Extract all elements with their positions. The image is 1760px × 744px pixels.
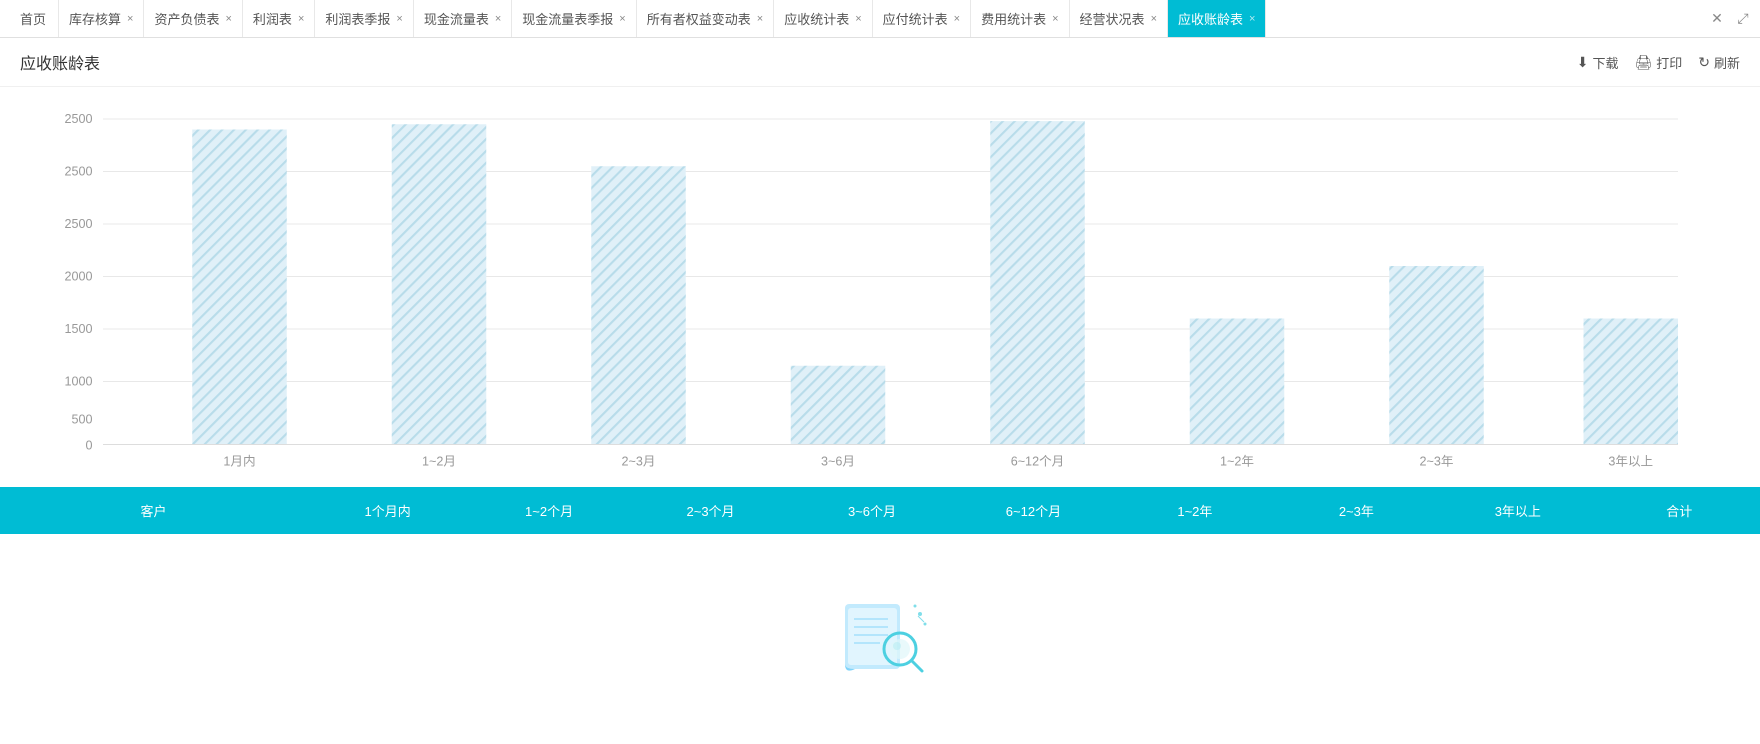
svg-text:1月内: 1月内 bbox=[223, 455, 255, 468]
download-button[interactable]: ⬇ 下载 bbox=[1577, 53, 1619, 72]
svg-text:2500: 2500 bbox=[64, 217, 92, 231]
tab-close-equity[interactable]: × bbox=[757, 13, 763, 25]
bar-8 bbox=[1584, 319, 1679, 445]
svg-text:2500: 2500 bbox=[64, 165, 92, 179]
refresh-button[interactable]: ↻ 刷新 bbox=[1698, 53, 1740, 72]
tab-close-cashflow[interactable]: × bbox=[495, 13, 501, 25]
th-2-3year: 2~3年 bbox=[1276, 487, 1437, 534]
tab-ap-stat[interactable]: 应付统计表 × bbox=[873, 0, 971, 38]
svg-text:2~3月: 2~3月 bbox=[622, 455, 656, 468]
tab-operations[interactable]: 经营状况表 × bbox=[1070, 0, 1168, 38]
bar-6 bbox=[1190, 319, 1285, 445]
print-button[interactable]: 🖨 打印 bbox=[1634, 53, 1682, 72]
svg-text:3~6月: 3~6月 bbox=[821, 455, 855, 468]
bar-chart: 2500 2500 2500 2000 1500 1000 500 0 bbox=[40, 107, 1720, 467]
tab-close-cashflow-quarterly[interactable]: × bbox=[619, 13, 625, 25]
tab-home-label: 首页 bbox=[20, 9, 46, 28]
refresh-icon: ↻ bbox=[1698, 54, 1710, 71]
table-header: 客户 1个月内 1~2个月 2~3个月 3~6个月 6~12个月 1~2年 2~… bbox=[0, 487, 1760, 534]
th-6-12month: 6~12个月 bbox=[953, 487, 1114, 534]
tab-close-ap-stat[interactable]: × bbox=[954, 13, 960, 25]
bar-3 bbox=[591, 166, 686, 444]
svg-text:1500: 1500 bbox=[64, 322, 92, 336]
download-icon: ⬇ bbox=[1577, 54, 1589, 71]
tab-close-ar-stat[interactable]: × bbox=[855, 13, 861, 25]
tab-ar-aging[interactable]: 应收账龄表 × bbox=[1168, 0, 1266, 38]
tab-bar: 首页 库存核算 × 资产负债表 × 利润表 × 利润表季报 × 现金流量表 × … bbox=[0, 0, 1760, 38]
tab-close-profit[interactable]: × bbox=[298, 13, 304, 25]
tab-close-profit-quarterly[interactable]: × bbox=[396, 13, 402, 25]
svg-text:1~2年: 1~2年 bbox=[1220, 455, 1254, 468]
th-1-2year: 1~2年 bbox=[1114, 487, 1275, 534]
main-content: 2500 2500 2500 2000 1500 1000 500 0 bbox=[0, 87, 1760, 744]
tab-equity[interactable]: 所有者权益变动表 × bbox=[637, 0, 774, 38]
bar-7 bbox=[1389, 266, 1484, 445]
tab-expense-stat[interactable]: 费用统计表 × bbox=[971, 0, 1069, 38]
th-customer: 客户 bbox=[0, 487, 307, 534]
close-window-button[interactable]: ✕ bbox=[1708, 10, 1726, 28]
maximize-window-button[interactable]: ⤢ bbox=[1734, 10, 1752, 28]
th-1month: 1个月内 bbox=[307, 487, 468, 534]
bar-4 bbox=[791, 366, 886, 445]
th-3-6month: 3~6个月 bbox=[791, 487, 952, 534]
window-controls: ✕ ⤢ bbox=[1700, 10, 1752, 28]
th-1-2month: 1~2个月 bbox=[468, 487, 629, 534]
page-title: 应收账龄表 bbox=[20, 50, 100, 74]
tab-balance[interactable]: 资产负债表 × bbox=[144, 0, 242, 38]
tab-close-expense-stat[interactable]: × bbox=[1052, 13, 1058, 25]
tab-profit-quarterly[interactable]: 利润表季报 × bbox=[315, 0, 413, 38]
tab-cashflow-quarterly[interactable]: 现金流量表季报 × bbox=[512, 0, 636, 38]
empty-state bbox=[0, 534, 1760, 744]
tab-ar-stat[interactable]: 应收统计表 × bbox=[774, 0, 872, 38]
svg-text:0: 0 bbox=[85, 439, 92, 453]
tab-profit[interactable]: 利润表 × bbox=[243, 0, 315, 38]
empty-illustration bbox=[830, 594, 930, 684]
th-3plus-year: 3年以上 bbox=[1437, 487, 1598, 534]
svg-text:2~3年: 2~3年 bbox=[1420, 455, 1454, 468]
bar-5 bbox=[990, 121, 1085, 444]
print-icon: 🖨 bbox=[1634, 54, 1652, 71]
svg-text:1000: 1000 bbox=[64, 375, 92, 389]
empty-doc-icon bbox=[830, 594, 930, 684]
header-actions: ⬇ 下载 🖨 打印 ↻ 刷新 bbox=[1577, 53, 1740, 72]
svg-text:2000: 2000 bbox=[64, 270, 92, 284]
svg-text:2500: 2500 bbox=[64, 112, 92, 126]
svg-text:500: 500 bbox=[71, 413, 92, 427]
tab-close-inventory[interactable]: × bbox=[127, 13, 133, 25]
tab-close-operations[interactable]: × bbox=[1151, 13, 1157, 25]
svg-text:6~12个月: 6~12个月 bbox=[1011, 455, 1065, 468]
tab-close-ar-aging[interactable]: × bbox=[1249, 13, 1255, 25]
tab-cashflow[interactable]: 现金流量表 × bbox=[414, 0, 512, 38]
tab-close-balance[interactable]: × bbox=[225, 13, 231, 25]
bar-1 bbox=[192, 130, 287, 445]
th-2-3month: 2~3个月 bbox=[630, 487, 791, 534]
tab-home[interactable]: 首页 bbox=[8, 0, 59, 38]
svg-text:3年以上: 3年以上 bbox=[1608, 455, 1653, 468]
th-total: 合计 bbox=[1599, 487, 1760, 534]
bar-2 bbox=[392, 124, 487, 444]
page-header: 应收账龄表 ⬇ 下载 🖨 打印 ↻ 刷新 bbox=[0, 38, 1760, 87]
tab-inventory[interactable]: 库存核算 × bbox=[59, 0, 144, 38]
chart-area: 2500 2500 2500 2000 1500 1000 500 0 bbox=[0, 87, 1760, 487]
svg-text:1~2月: 1~2月 bbox=[422, 455, 456, 468]
